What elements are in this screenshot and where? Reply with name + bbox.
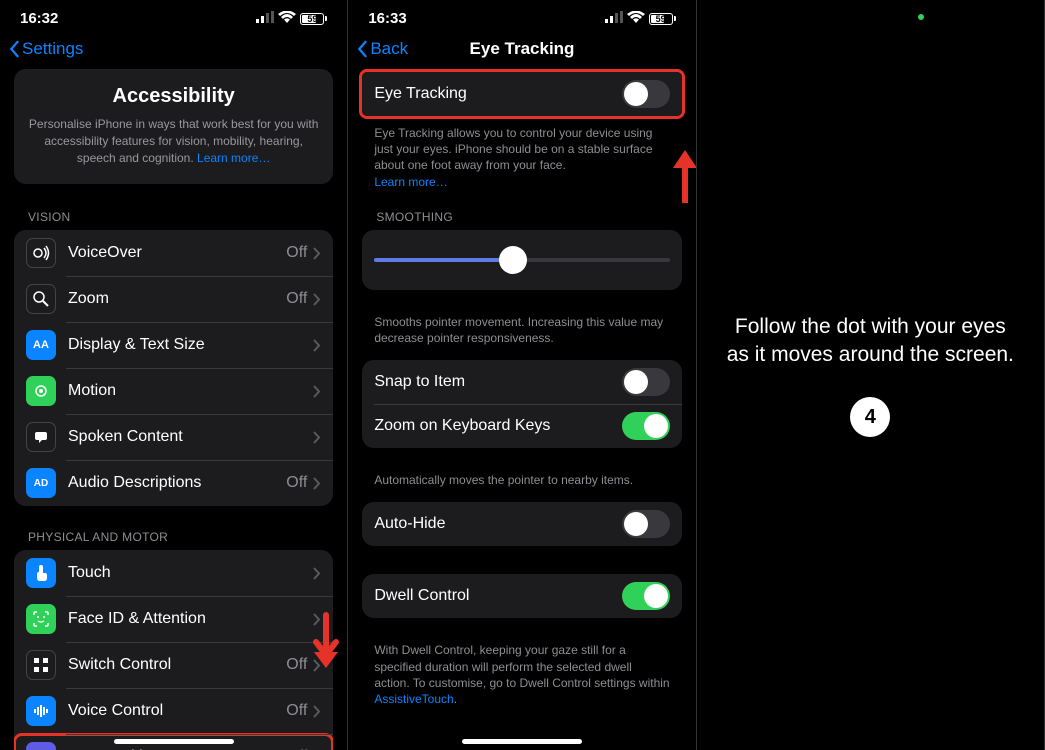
- row-motion[interactable]: Motion: [14, 368, 333, 414]
- smoothing-slider-card: [362, 230, 681, 290]
- nav-bar: Back Eye Tracking: [348, 31, 695, 69]
- screenshot-accessibility: 16:32 59 Settings Accessibility Personal…: [0, 0, 348, 750]
- list-physical: Touch Face ID & Attention Switch Control…: [14, 550, 333, 750]
- faceid-icon: [32, 610, 50, 628]
- calibration-instruction: Follow the dot with your eyes as it move…: [727, 313, 1014, 370]
- touch-icon: [32, 564, 50, 582]
- learn-more-link[interactable]: Learn more…: [374, 175, 447, 189]
- battery-icon: 59: [300, 13, 327, 25]
- screenshot-calibration: Follow the dot with your eyes as it move…: [697, 0, 1045, 750]
- annotation-arrow-icon: [670, 148, 697, 208]
- back-button[interactable]: Back: [356, 39, 408, 59]
- voice-icon: [32, 702, 50, 720]
- row-audio-descriptions[interactable]: ADAudio DescriptionsOff: [14, 460, 333, 506]
- row-eye-tracking-toggle[interactable]: Eye Tracking: [362, 72, 681, 116]
- wifi-icon: [278, 10, 296, 27]
- smoothing-slider[interactable]: [374, 246, 669, 274]
- screenshot-eye-tracking: 16:33 59 Back Eye Tracking Eye Tracking …: [348, 0, 696, 750]
- section-header-vision: VISION: [0, 204, 347, 230]
- dwell-list: Dwell Control: [362, 574, 681, 618]
- chevron-left-icon: [356, 40, 368, 58]
- row-zoom-keyboard[interactable]: Zoom on Keyboard Keys: [362, 404, 681, 448]
- row-faceid[interactable]: Face ID & Attention: [14, 596, 333, 642]
- section-header-smoothing: SMOOTHING: [348, 204, 695, 230]
- header-card: Accessibility Personalise iPhone in ways…: [14, 69, 333, 184]
- row-dwell-control[interactable]: Dwell Control: [362, 574, 681, 618]
- chevron-right-icon: [313, 705, 321, 718]
- chevron-right-icon: [313, 293, 321, 306]
- chevron-right-icon: [313, 247, 321, 260]
- chevron-left-icon: [8, 40, 20, 58]
- row-spoken-content[interactable]: Spoken Content: [14, 414, 333, 460]
- chevron-right-icon: [313, 567, 321, 580]
- snap-toggle[interactable]: [622, 368, 670, 396]
- zoom-icon: [32, 290, 50, 308]
- row-voice-control[interactable]: Voice ControlOff: [14, 688, 333, 734]
- autohide-toggle[interactable]: [622, 510, 670, 538]
- status-time: 16:32: [20, 10, 58, 27]
- spoken-icon: [32, 428, 50, 446]
- battery-icon: 59: [649, 13, 676, 25]
- chevron-right-icon: [313, 339, 321, 352]
- motion-icon: [32, 382, 50, 400]
- autohide-list: Auto-Hide: [362, 502, 681, 546]
- voiceover-icon: [32, 244, 50, 262]
- page-description: Personalise iPhone in ways that work bes…: [28, 116, 319, 166]
- switch-icon: [32, 656, 50, 674]
- status-time: 16:33: [368, 10, 406, 27]
- annotation-arrow-icon: [311, 610, 341, 670]
- status-bar: 16:33 59: [348, 0, 695, 31]
- back-label: Settings: [22, 39, 83, 59]
- status-indicators: 59: [256, 10, 327, 27]
- cellular-icon: [605, 10, 623, 27]
- countdown-badge: 4: [850, 397, 890, 437]
- textsize-icon: AA: [33, 339, 49, 351]
- list-vision: VoiceOverOff ZoomOff AADisplay & Text Si…: [14, 230, 333, 506]
- learn-more-link[interactable]: Learn more…: [197, 151, 270, 165]
- chevron-right-icon: [313, 385, 321, 398]
- row-snap-to-item[interactable]: Snap to Item: [362, 360, 681, 404]
- nav-bar: Settings: [0, 31, 347, 69]
- row-touch[interactable]: Touch: [14, 550, 333, 596]
- row-switch-control[interactable]: Switch ControlOff: [14, 642, 333, 688]
- highlighted-toggle-row: Eye Tracking: [359, 69, 684, 119]
- wifi-icon: [627, 10, 645, 27]
- assistivetouch-link[interactable]: AssistiveTouch: [374, 692, 453, 706]
- row-display-text-size[interactable]: AADisplay & Text Size: [14, 322, 333, 368]
- row-voiceover[interactable]: VoiceOverOff: [14, 230, 333, 276]
- status-indicators: 59: [605, 10, 676, 27]
- ad-icon: AD: [34, 478, 48, 489]
- snap-list: Snap to Item Zoom on Keyboard Keys: [362, 360, 681, 448]
- smoothing-desc: Smooths pointer movement. Increasing thi…: [348, 308, 695, 360]
- home-indicator[interactable]: [114, 739, 234, 744]
- eye-tracking-toggle[interactable]: [622, 80, 670, 108]
- dwell-desc: With Dwell Control, keeping your gaze st…: [348, 636, 695, 721]
- snap-desc: Automatically moves the pointer to nearb…: [348, 466, 695, 502]
- back-label: Back: [370, 39, 408, 59]
- section-header-physical: PHYSICAL AND MOTOR: [0, 524, 347, 550]
- eye-tracking-desc: Eye Tracking allows you to control your …: [348, 119, 695, 204]
- cellular-icon: [256, 10, 274, 27]
- status-bar: 16:32 59: [0, 0, 347, 31]
- dwell-toggle[interactable]: [622, 582, 670, 610]
- home-indicator[interactable]: [462, 739, 582, 744]
- row-zoom[interactable]: ZoomOff: [14, 276, 333, 322]
- chevron-right-icon: [313, 477, 321, 490]
- chevron-right-icon: [313, 431, 321, 444]
- page-title: Accessibility: [28, 85, 319, 108]
- zoom-keyboard-toggle[interactable]: [622, 412, 670, 440]
- row-auto-hide[interactable]: Auto-Hide: [362, 502, 681, 546]
- back-button[interactable]: Settings: [8, 39, 83, 59]
